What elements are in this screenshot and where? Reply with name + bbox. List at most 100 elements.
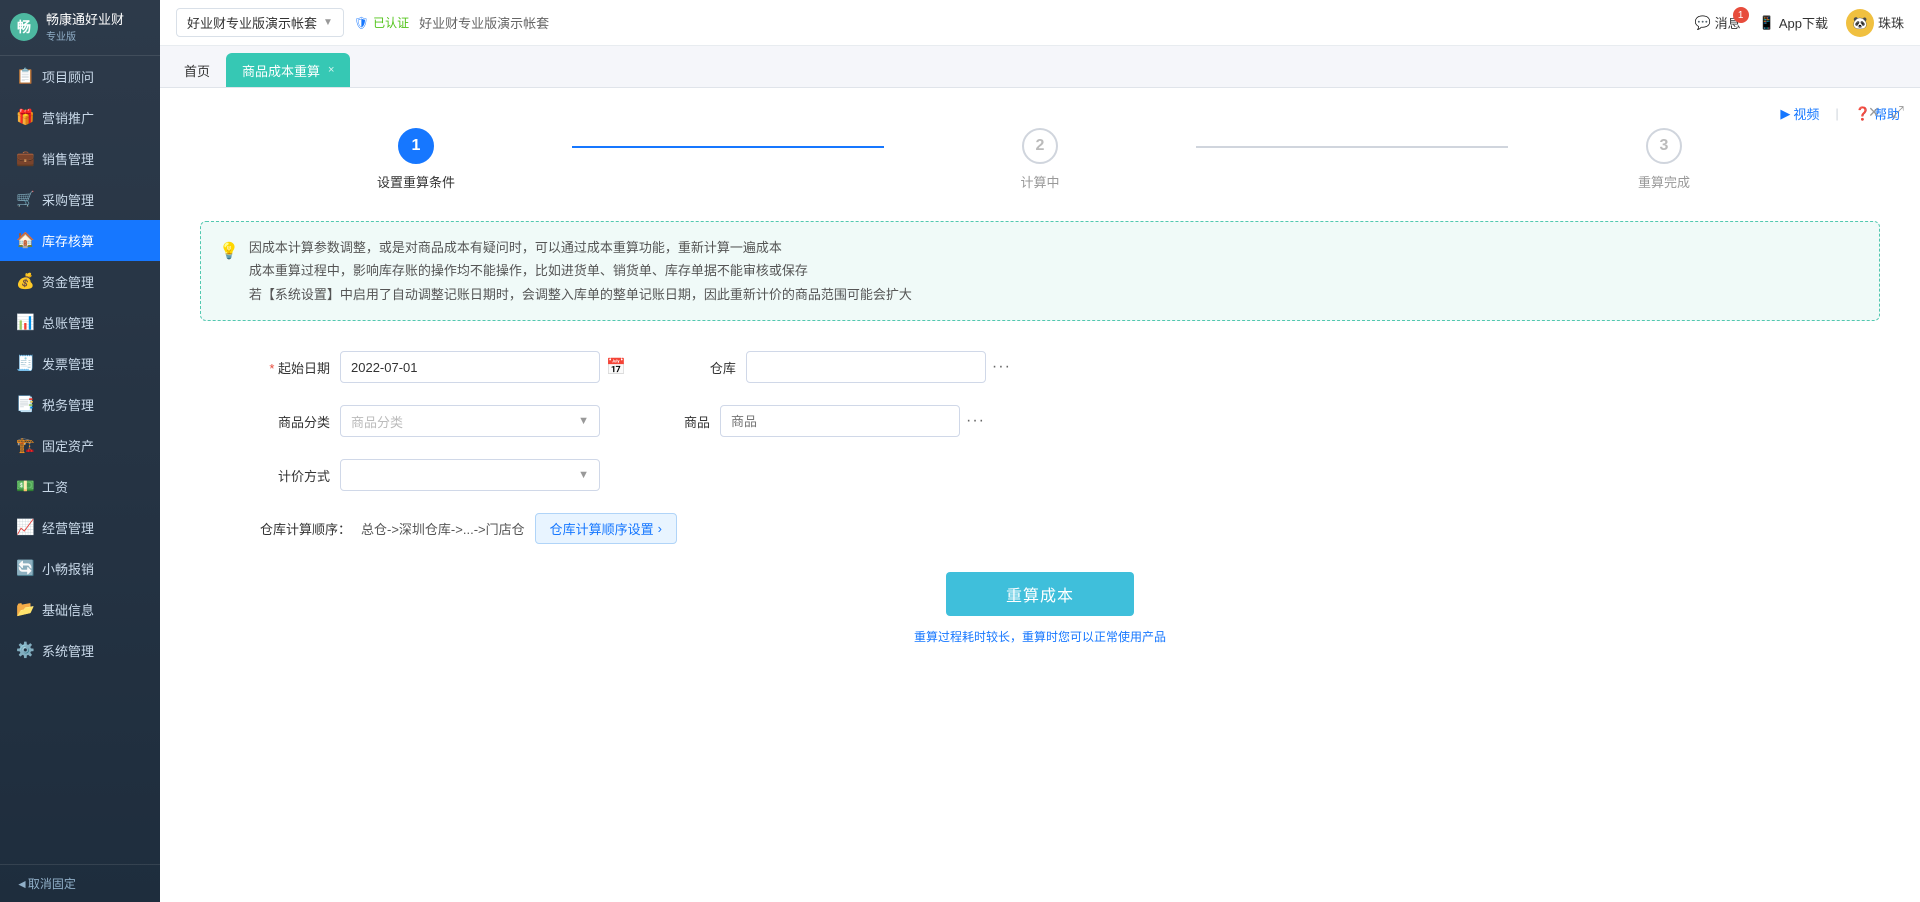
product-input[interactable]	[720, 405, 960, 437]
step-2-circle: 2	[1022, 128, 1058, 164]
sidebar-icon-tax: 📑	[16, 395, 34, 413]
sidebar-item-purchase[interactable]: 🛒 采购管理	[0, 179, 160, 220]
sidebar-item-assets[interactable]: 🏗️ 固定资产	[0, 425, 160, 466]
sidebar-icon-inventory: 🏠	[16, 231, 34, 249]
sidebar-item-operations[interactable]: 📈 经营管理	[0, 507, 160, 548]
pricing-arrow-icon: ▼	[578, 469, 589, 481]
company-selector-arrow: ▼	[323, 17, 333, 28]
main-area: 好业财专业版演示帐套 ▼ 🛡 已认证 好业财专业版演示帐套 💬 消息 1 📱 A…	[160, 0, 1920, 902]
sidebar-label-operations: 经营管理	[42, 518, 94, 537]
company-selector[interactable]: 好业财专业版演示帐套 ▼	[176, 8, 344, 37]
product-more-icon[interactable]: ···	[966, 412, 985, 430]
sidebar-item-project[interactable]: 📋 项目顾问	[0, 56, 160, 97]
sidebar-item-finance[interactable]: 💰 资金管理	[0, 261, 160, 302]
topbar-right: 💬 消息 1 📱 App下载 🐼 珠珠	[1694, 9, 1904, 37]
close-window-button[interactable]: ×	[1869, 102, 1880, 123]
expand-window-button[interactable]: ⤢	[1891, 104, 1904, 122]
message-button[interactable]: 💬 消息 1	[1694, 13, 1740, 32]
stepper: 1 设置重算条件 2 计算中 3 重算完成	[200, 128, 1880, 191]
sidebar-icon-project: 📋	[16, 67, 34, 85]
sidebar-item-marketing[interactable]: 🎁 营销推广	[0, 97, 160, 138]
unpin-button[interactable]: ◄取消固定	[0, 864, 160, 902]
category-select[interactable]: 商品分类 ▼	[340, 405, 600, 437]
sidebar-label-sales: 销售管理	[42, 149, 94, 168]
sidebar-icon-marketing: 🎁	[16, 108, 34, 126]
content-area: × ⤢ ▶ 视频 | ❓ 帮助 1 设置重算条件 2 计算中	[160, 88, 1920, 902]
sidebar-item-system[interactable]: ⚙️ 系统管理	[0, 630, 160, 671]
info-line-1: 因成本计算参数调整，或是对商品成本有疑问时，可以通过成本重算功能，重新计算一遍成…	[249, 236, 912, 259]
sidebar-label-ledger: 总账管理	[42, 313, 94, 332]
sidebar-item-invoice[interactable]: 🧾 发票管理	[0, 343, 160, 384]
form-row-3: 计价方式 ▼	[260, 459, 1820, 491]
message-icon: 💬	[1694, 15, 1710, 31]
user-avatar-button[interactable]: 🐼 珠珠	[1846, 9, 1904, 37]
sidebar-label-assets: 固定资产	[42, 436, 94, 455]
sidebar-icon-ledger: 📊	[16, 313, 34, 331]
warehouse-order-value: 总仓->深圳仓库->...->门店仓	[361, 519, 525, 538]
sidebar-logo-text: 畅康通好业财 专业版	[46, 12, 124, 43]
start-date-input[interactable]	[340, 351, 600, 383]
product-field[interactable]	[731, 414, 949, 429]
step-1-label: 设置重算条件	[377, 172, 455, 191]
sidebar-icon-finance: 💰	[16, 272, 34, 290]
recalculate-button[interactable]: 重算成本	[946, 572, 1134, 616]
sidebar-icon-operations: 📈	[16, 518, 34, 536]
sidebar-label-project: 项目顾问	[42, 67, 94, 86]
warehouse-input[interactable]	[746, 351, 986, 383]
company-selector-label: 好业财专业版演示帐套	[187, 13, 317, 32]
sidebar-item-baseinfo[interactable]: 📂 基础信息	[0, 589, 160, 630]
sidebar-icon-salary: 💵	[16, 477, 34, 495]
sidebar-label-invoice: 发票管理	[42, 354, 94, 373]
warehouse-field[interactable]	[757, 360, 975, 375]
shield-icon: 🛡	[354, 16, 369, 30]
app-download-button[interactable]: 📱 App下载	[1759, 13, 1828, 32]
form-row-2: 商品分类 商品分类 ▼ 商品 ···	[260, 405, 1820, 437]
calendar-icon[interactable]: 📅	[606, 357, 626, 377]
warehouse-more-icon[interactable]: ···	[992, 358, 1011, 376]
avatar: 🐼	[1846, 9, 1874, 37]
video-button[interactable]: ▶ 视频	[1780, 104, 1819, 123]
step-1: 1 设置重算条件	[260, 128, 572, 191]
sidebar-label-finance: 资金管理	[42, 272, 94, 291]
sidebar-icon-baseinfo: 📂	[16, 600, 34, 618]
app-logo-icon: 畅	[10, 13, 38, 41]
info-line-2: 成本重算过程中，影响库存账的操作均不能操作，比如进货单、销货单、库存单据不能审核…	[249, 259, 912, 282]
sidebar: 畅 畅康通好业财 专业版 📋 项目顾问 🎁 营销推广 💼 销售管理 🛒 采购管理…	[0, 0, 160, 902]
step-connector-2	[1196, 146, 1508, 148]
verified-badge: 🛡 已认证	[354, 14, 409, 31]
sidebar-icon-sales: 💼	[16, 149, 34, 167]
notification-badge: 1	[1733, 7, 1749, 23]
start-date-field[interactable]	[351, 360, 589, 375]
tab-cost-recalc[interactable]: 商品成本重算 ×	[226, 53, 350, 87]
info-box: 💡 因成本计算参数调整，或是对商品成本有疑问时，可以通过成本重算功能，重新计算一…	[200, 221, 1880, 321]
sidebar-item-sales[interactable]: 💼 销售管理	[0, 138, 160, 179]
sidebar-icon-expense: 🔄	[16, 559, 34, 577]
play-icon: ▶	[1780, 106, 1790, 122]
info-icon: 💡	[219, 238, 239, 306]
sidebar-label-salary: 工资	[42, 477, 68, 496]
step-connector-1	[572, 146, 884, 148]
warehouse-order-row: 仓库计算顺序： 总仓->深圳仓库->...->门店仓 仓库计算顺序设置 ›	[260, 513, 1820, 544]
topbar: 好业财专业版演示帐套 ▼ 🛡 已认证 好业财专业版演示帐套 💬 消息 1 📱 A…	[160, 0, 1920, 46]
pricing-label: 计价方式	[260, 466, 340, 485]
product-label: 商品	[660, 412, 720, 431]
warehouse-order-settings-button[interactable]: 仓库计算顺序设置 ›	[535, 513, 677, 544]
tab-close-icon[interactable]: ×	[328, 64, 334, 76]
pricing-select[interactable]: ▼	[340, 459, 600, 491]
sidebar-item-inventory[interactable]: 🏠 库存核算	[0, 220, 160, 261]
tab-home[interactable]: 首页	[168, 53, 226, 87]
sidebar-item-expense[interactable]: 🔄 小畅报销	[0, 548, 160, 589]
warehouse-order-btn-label: 仓库计算顺序设置	[550, 519, 654, 538]
form-section: 起始日期 📅 仓库 ··· 商品分类 商品分类 ▼	[200, 351, 1880, 645]
step-3-label: 重算完成	[1638, 172, 1690, 191]
sidebar-item-tax[interactable]: 📑 税务管理	[0, 384, 160, 425]
sidebar-icon-system: ⚙️	[16, 641, 34, 659]
sidebar-nav: 📋 项目顾问 🎁 营销推广 💼 销售管理 🛒 采购管理 🏠 库存核算 💰 资金管…	[0, 56, 160, 864]
company-name: 好业财专业版演示帐套	[419, 13, 549, 32]
sidebar-item-ledger[interactable]: 📊 总账管理	[0, 302, 160, 343]
info-text: 因成本计算参数调整，或是对商品成本有疑问时，可以通过成本重算功能，重新计算一遍成…	[249, 236, 912, 306]
sidebar-item-salary[interactable]: 💵 工资	[0, 466, 160, 507]
sidebar-label-baseinfo: 基础信息	[42, 600, 94, 619]
step-1-circle: 1	[398, 128, 434, 164]
category-label: 商品分类	[260, 412, 340, 431]
